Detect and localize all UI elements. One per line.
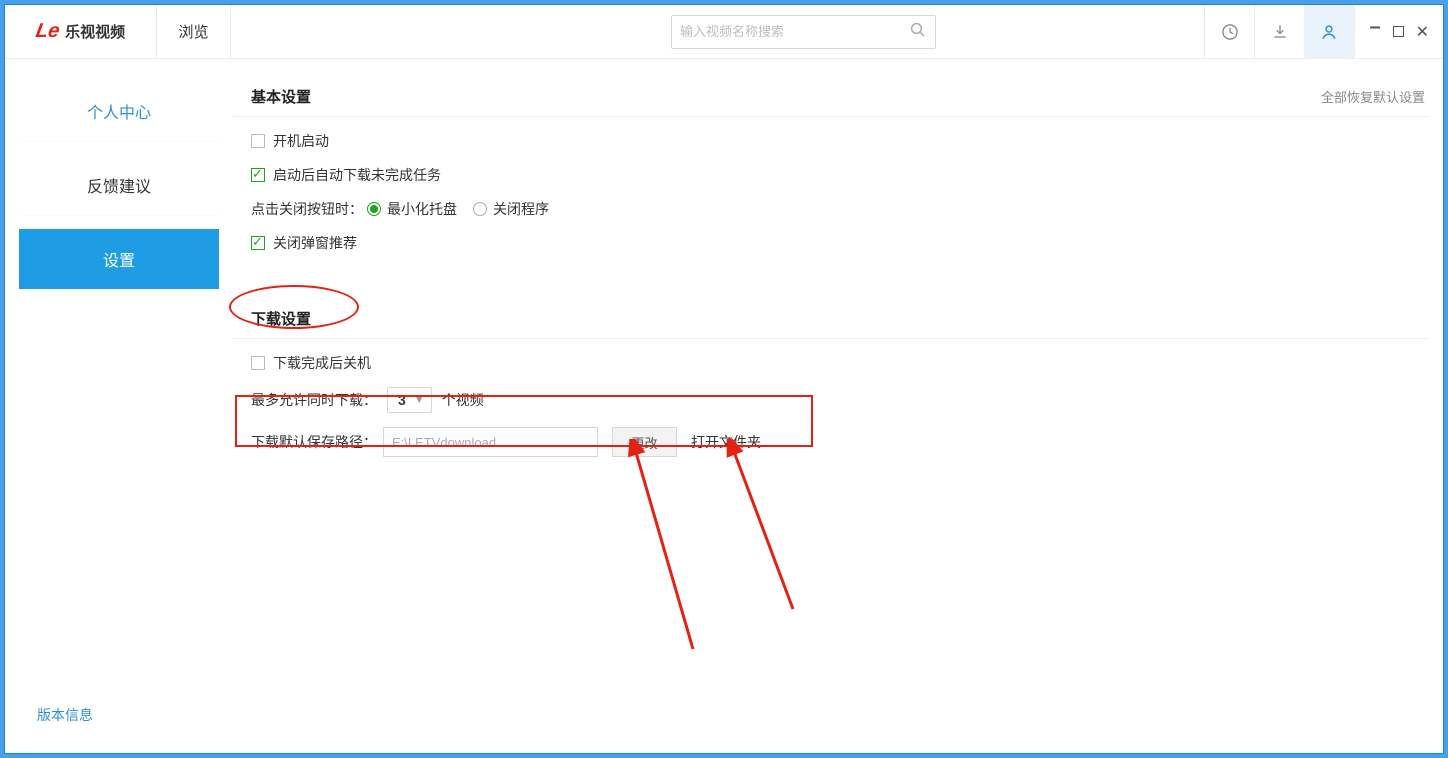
search-input[interactable] — [680, 24, 909, 39]
window-controls: – ✕ — [1354, 5, 1443, 58]
version-info-link[interactable]: 版本信息 — [37, 705, 93, 725]
logo-area: Le 乐视视频 — [5, 5, 157, 58]
tab-browse[interactable]: 浏览 — [157, 5, 231, 58]
exit-app-radio[interactable] — [473, 202, 487, 216]
max-concurrent-suffix: 个视频 — [442, 390, 484, 410]
download-icon — [1270, 22, 1290, 42]
auto-resume-checkbox[interactable] — [251, 168, 265, 182]
sidebar-item-settings[interactable]: 设置 — [19, 229, 219, 289]
clock-icon — [1220, 22, 1240, 42]
search-icon — [909, 21, 927, 39]
shutdown-after-label[interactable]: 下载完成后关机 — [273, 353, 371, 373]
sidebar-item-label: 个人中心 — [87, 99, 151, 123]
app-window: Le 乐视视频 浏览 – ✕ — [4, 4, 1444, 754]
close-popup-rec-checkbox[interactable] — [251, 236, 265, 250]
shutdown-after-checkbox[interactable] — [251, 356, 265, 370]
change-path-button[interactable]: 更改 — [612, 427, 677, 457]
download-settings-title: 下载设置 — [233, 308, 311, 329]
download-settings-panel: 下载设置 下载完成后关机 最多允许同时下载： 3 ▼ 个视频 — [233, 299, 1429, 483]
launch-on-boot-label[interactable]: 开机启动 — [273, 131, 329, 151]
download-path-input[interactable] — [383, 427, 598, 457]
restore-defaults-link[interactable]: 全部恢复默认设置 — [1321, 87, 1425, 106]
max-concurrent-label: 最多允许同时下载： — [251, 390, 377, 410]
history-button[interactable] — [1204, 5, 1254, 58]
chevron-down-icon: ▼ — [414, 394, 425, 406]
open-folder-link[interactable]: 打开文件夹 — [691, 432, 761, 452]
exit-app-label[interactable]: 关闭程序 — [493, 199, 549, 219]
basic-settings-header: 基本设置 全部恢复默认设置 — [233, 77, 1429, 117]
content-area: 基本设置 全部恢复默认设置 开机启动 启动后自动下载未完成任务 点击关闭按钮时： — [233, 59, 1443, 753]
downloads-button[interactable] — [1254, 5, 1304, 58]
close-behavior-label: 点击关闭按钮时： — [251, 199, 363, 219]
close-button[interactable]: ✕ — [1416, 22, 1429, 42]
user-icon — [1319, 22, 1339, 42]
top-bar: Le 乐视视频 浏览 – ✕ — [5, 5, 1443, 59]
sidebar-item-label: 设置 — [103, 247, 135, 271]
logo-text: 乐视视频 — [65, 21, 125, 42]
minimize-button[interactable]: – — [1369, 16, 1380, 39]
sidebar-item-label: 反馈建议 — [87, 173, 151, 197]
close-popup-rec-label[interactable]: 关闭弹窗推荐 — [273, 233, 357, 253]
max-concurrent-value: 3 — [398, 392, 406, 408]
main-area: 个人中心 反馈建议 设置 版本信息 基本设置 全部恢复默认设置 — [5, 59, 1443, 753]
sidebar-item-profile[interactable]: 个人中心 — [19, 81, 219, 141]
basic-settings-panel: 基本设置 全部恢复默认设置 开机启动 启动后自动下载未完成任务 点击关闭按钮时： — [233, 77, 1429, 279]
download-settings-header: 下载设置 — [233, 299, 1429, 339]
minimize-tray-label[interactable]: 最小化托盘 — [387, 199, 457, 219]
launch-on-boot-checkbox[interactable] — [251, 134, 265, 148]
le-logo-icon: Le — [34, 20, 61, 43]
sidebar-item-feedback[interactable]: 反馈建议 — [19, 155, 219, 215]
auto-resume-label[interactable]: 启动后自动下载未完成任务 — [273, 165, 441, 185]
sidebar: 个人中心 反馈建议 设置 版本信息 — [5, 59, 233, 753]
minimize-tray-radio[interactable] — [367, 202, 381, 216]
basic-settings-title: 基本设置 — [233, 86, 311, 107]
tab-browse-label: 浏览 — [178, 21, 208, 42]
maximize-button[interactable] — [1393, 26, 1404, 37]
header-right-icons: – ✕ — [1204, 5, 1443, 58]
search-button[interactable] — [909, 21, 927, 42]
max-concurrent-select[interactable]: 3 ▼ — [387, 387, 432, 413]
search-box[interactable] — [671, 15, 936, 49]
user-button[interactable] — [1304, 5, 1354, 58]
download-path-label: 下载默认保存路径： — [251, 432, 377, 452]
